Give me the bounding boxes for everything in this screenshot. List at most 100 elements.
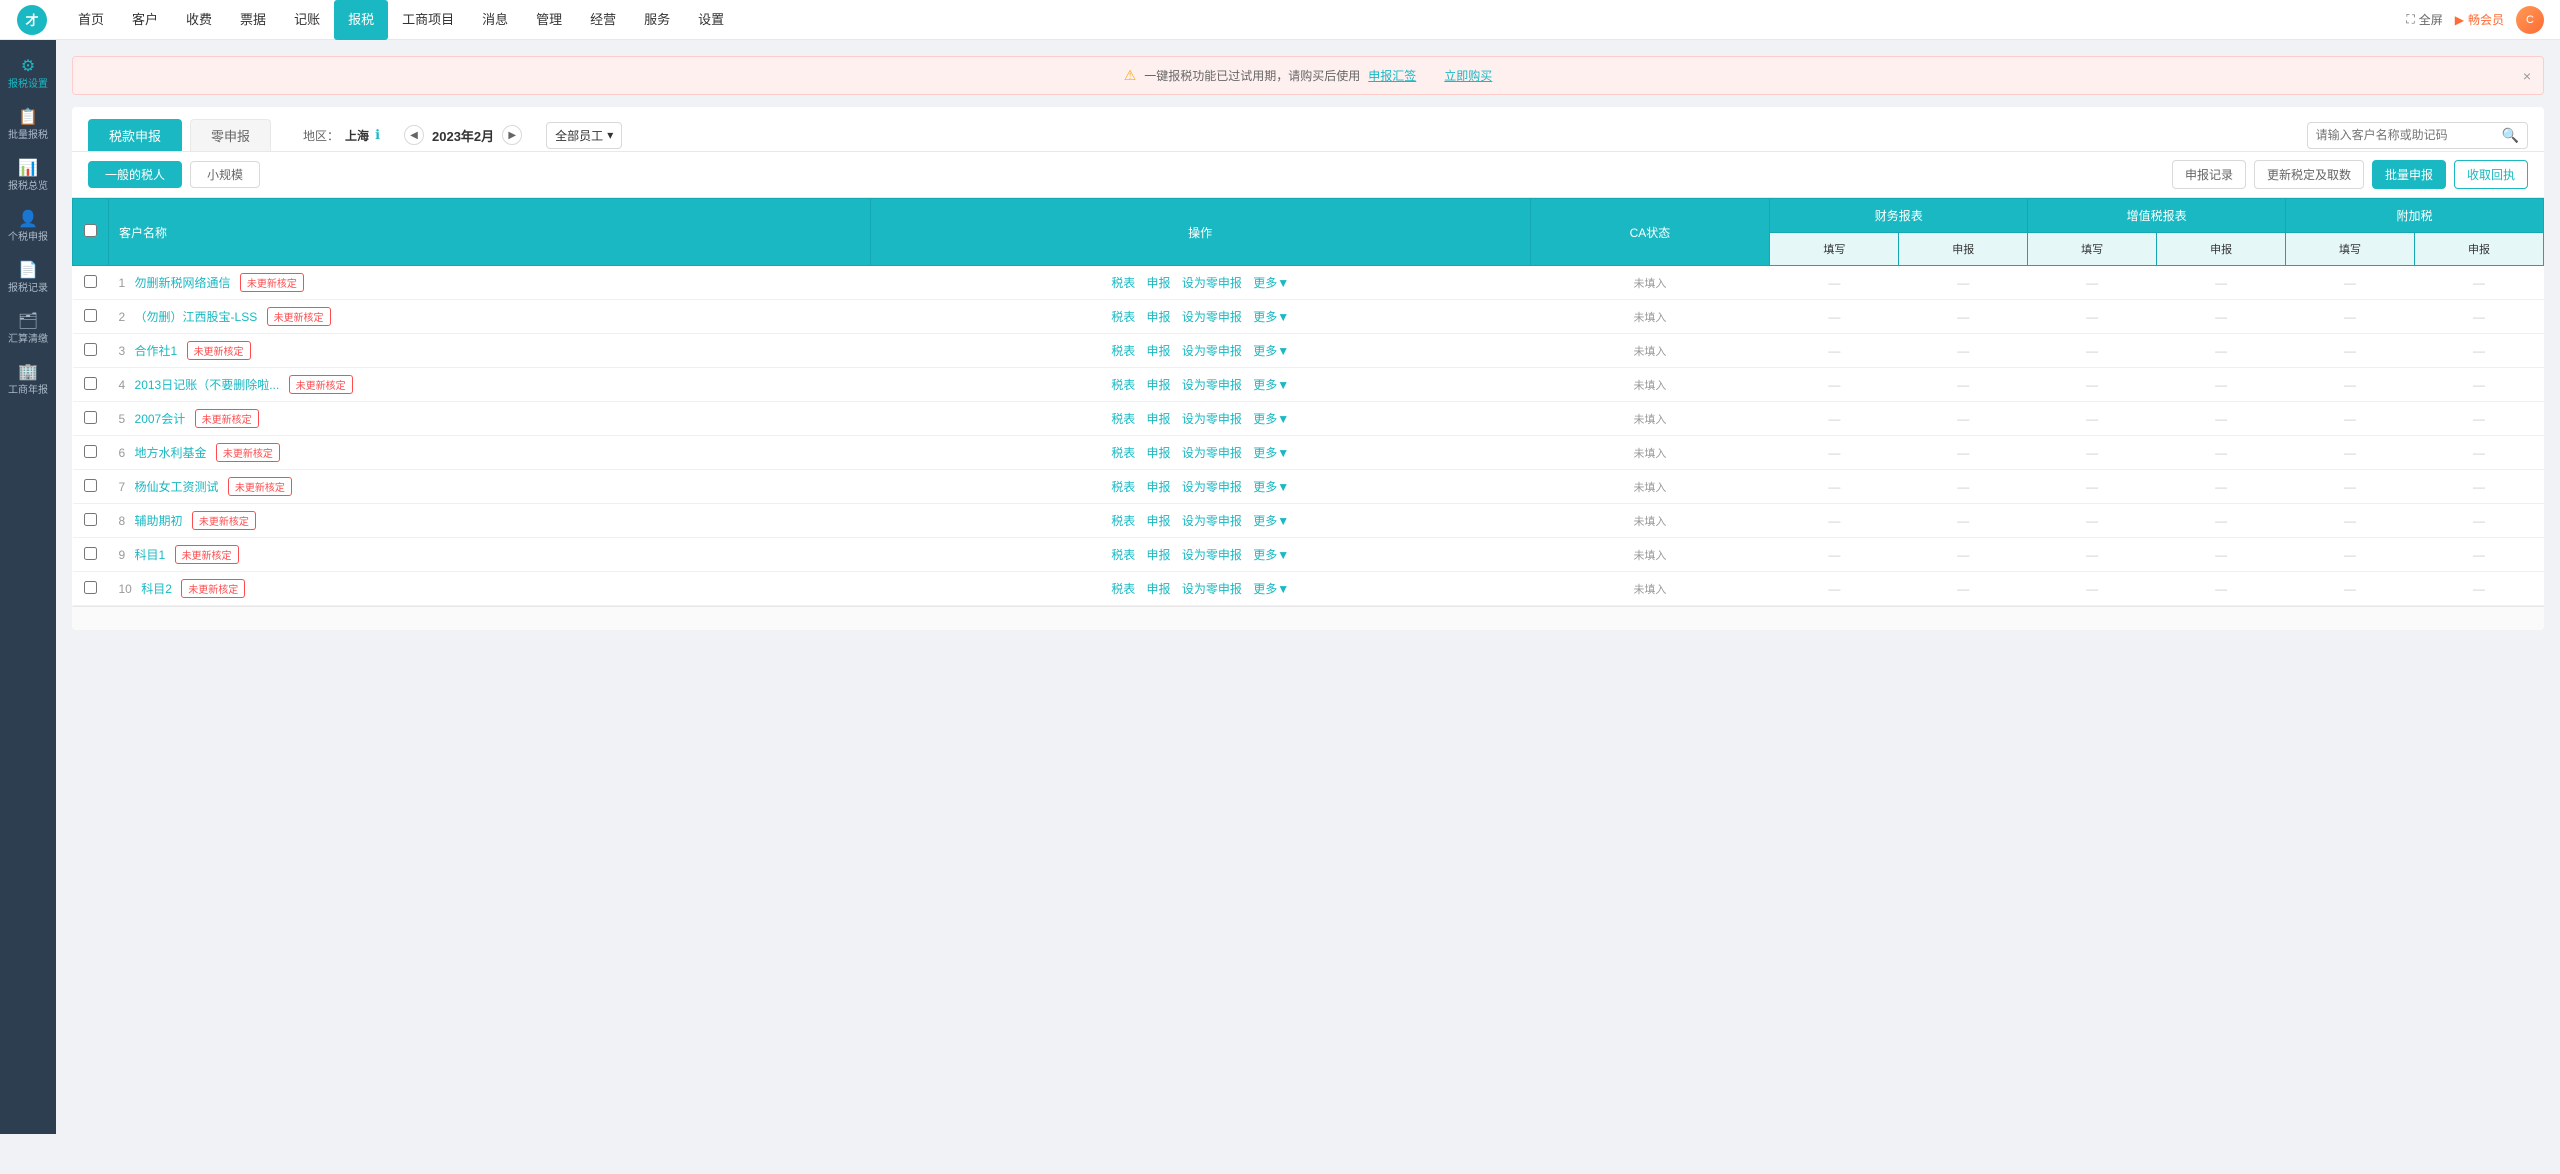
- op-zero-declare-4[interactable]: 设为零申报: [1182, 412, 1242, 426]
- op-tax-sheet-8[interactable]: 税表: [1111, 548, 1135, 562]
- row-checkbox-5[interactable]: [84, 445, 97, 458]
- op-tax-sheet-2[interactable]: 税表: [1111, 344, 1135, 358]
- client-name-9[interactable]: 科目2: [141, 582, 172, 596]
- client-name-8[interactable]: 科目1: [135, 548, 166, 562]
- sidebar-item-tax-record[interactable]: 📄 报税记录: [0, 252, 56, 303]
- op-more-0[interactable]: 更多▼: [1253, 276, 1289, 290]
- sidebar-item-batch-tax[interactable]: 📋 批量报税: [0, 99, 56, 150]
- op-more-9[interactable]: 更多▼: [1253, 582, 1289, 596]
- op-declare-8[interactable]: 申报: [1147, 548, 1171, 562]
- collect-receipt-button[interactable]: 收取回执: [2454, 160, 2528, 189]
- op-more-3[interactable]: 更多▼: [1253, 378, 1289, 392]
- declaration-record-button[interactable]: 申报记录: [2172, 160, 2246, 189]
- nav-invoice[interactable]: 票据: [226, 0, 280, 40]
- client-name-0[interactable]: 勿删新税网络通信: [135, 276, 231, 290]
- op-declare-9[interactable]: 申报: [1147, 582, 1171, 596]
- row-checkbox-4[interactable]: [84, 411, 97, 424]
- op-declare-6[interactable]: 申报: [1147, 480, 1171, 494]
- op-declare-1[interactable]: 申报: [1147, 310, 1171, 324]
- op-tax-sheet-0[interactable]: 税表: [1111, 276, 1135, 290]
- op-tax-sheet-3[interactable]: 税表: [1111, 378, 1135, 392]
- info-icon[interactable]: ℹ: [375, 127, 380, 143]
- client-name-3[interactable]: 2013日记账（不要删除啦...: [135, 378, 280, 392]
- op-zero-declare-6[interactable]: 设为零申报: [1182, 480, 1242, 494]
- nav-accounting[interactable]: 记账: [280, 0, 334, 40]
- client-name-6[interactable]: 杨仙女工资测试: [135, 480, 219, 494]
- row-checkbox-9[interactable]: [84, 581, 97, 594]
- tab-small-scale[interactable]: 小规模: [190, 161, 260, 188]
- op-more-8[interactable]: 更多▼: [1253, 548, 1289, 562]
- row-checkbox-1[interactable]: [84, 309, 97, 322]
- op-zero-declare-7[interactable]: 设为零申报: [1182, 514, 1242, 528]
- op-declare-4[interactable]: 申报: [1147, 412, 1171, 426]
- search-icon[interactable]: 🔍: [2502, 127, 2519, 144]
- op-zero-declare-3[interactable]: 设为零申报: [1182, 378, 1242, 392]
- op-more-6[interactable]: 更多▼: [1253, 480, 1289, 494]
- banner-link-buy[interactable]: 立即购买: [1444, 67, 1492, 84]
- op-tax-sheet-4[interactable]: 税表: [1111, 412, 1135, 426]
- row-checkbox-0[interactable]: [84, 275, 97, 288]
- sidebar-item-settlement[interactable]: 🗂 汇算清缴: [0, 303, 56, 354]
- client-name-5[interactable]: 地方水利基金: [135, 446, 207, 460]
- op-declare-5[interactable]: 申报: [1147, 446, 1171, 460]
- op-declare-2[interactable]: 申报: [1147, 344, 1171, 358]
- member-button[interactable]: ▶ 畅会员: [2455, 11, 2504, 28]
- tab-zero-declaration[interactable]: 零申报: [190, 119, 271, 151]
- op-zero-declare-5[interactable]: 设为零申报: [1182, 446, 1242, 460]
- nav-manage[interactable]: 管理: [522, 0, 576, 40]
- row-checkbox-3[interactable]: [84, 377, 97, 390]
- staff-selector[interactable]: 全部员工 ▾: [546, 122, 622, 149]
- banner-link-report[interactable]: 申报汇签: [1368, 67, 1416, 84]
- client-name-1[interactable]: （勿删）江西股宝-LSS: [135, 310, 258, 324]
- sidebar-item-personal-tax[interactable]: 👤 个税申报: [0, 201, 56, 252]
- sidebar-item-tax-overview[interactable]: 📊 报税总览: [0, 150, 56, 201]
- sidebar-item-tax-settings[interactable]: ⚙ 报税设置: [0, 48, 56, 99]
- update-tax-button[interactable]: 更新税定及取数: [2254, 160, 2364, 189]
- nav-home[interactable]: 首页: [64, 0, 118, 40]
- sidebar-item-annual-report[interactable]: 🏢 工商年报: [0, 354, 56, 405]
- nav-settings[interactable]: 设置: [684, 0, 738, 40]
- tab-tax-declaration[interactable]: 税款申报: [88, 119, 182, 151]
- op-declare-0[interactable]: 申报: [1147, 276, 1171, 290]
- nav-message[interactable]: 消息: [468, 0, 522, 40]
- op-more-5[interactable]: 更多▼: [1253, 446, 1289, 460]
- op-zero-declare-0[interactable]: 设为零申报: [1182, 276, 1242, 290]
- search-input[interactable]: [2316, 128, 2496, 142]
- op-tax-sheet-6[interactable]: 税表: [1111, 480, 1135, 494]
- op-tax-sheet-1[interactable]: 税表: [1111, 310, 1135, 324]
- op-zero-declare-1[interactable]: 设为零申报: [1182, 310, 1242, 324]
- op-more-4[interactable]: 更多▼: [1253, 412, 1289, 426]
- avatar[interactable]: C: [2516, 6, 2544, 34]
- nav-operation[interactable]: 经营: [576, 0, 630, 40]
- op-zero-declare-9[interactable]: 设为零申报: [1182, 582, 1242, 596]
- op-declare-7[interactable]: 申报: [1147, 514, 1171, 528]
- nav-tax[interactable]: 报税: [334, 0, 388, 40]
- client-name-4[interactable]: 2007会计: [135, 412, 186, 426]
- client-name-7[interactable]: 辅助期初: [135, 514, 183, 528]
- op-zero-declare-8[interactable]: 设为零申报: [1182, 548, 1242, 562]
- nav-business[interactable]: 工商项目: [388, 0, 468, 40]
- op-zero-declare-2[interactable]: 设为零申报: [1182, 344, 1242, 358]
- row-checkbox-8[interactable]: [84, 547, 97, 560]
- nav-service[interactable]: 服务: [630, 0, 684, 40]
- batch-declare-button[interactable]: 批量申报: [2372, 160, 2446, 189]
- nav-billing[interactable]: 收费: [172, 0, 226, 40]
- prev-month-button[interactable]: ◀: [404, 125, 424, 145]
- fullscreen-button[interactable]: ⛶ 全屏: [2406, 11, 2442, 28]
- select-all-checkbox[interactable]: [84, 224, 97, 237]
- op-declare-3[interactable]: 申报: [1147, 378, 1171, 392]
- op-more-7[interactable]: 更多▼: [1253, 514, 1289, 528]
- app-logo[interactable]: 才: [16, 4, 48, 36]
- row-checkbox-6[interactable]: [84, 479, 97, 492]
- op-more-1[interactable]: 更多▼: [1253, 310, 1289, 324]
- op-tax-sheet-9[interactable]: 税表: [1111, 582, 1135, 596]
- nav-client[interactable]: 客户: [118, 0, 172, 40]
- row-checkbox-2[interactable]: [84, 343, 97, 356]
- row-checkbox-7[interactable]: [84, 513, 97, 526]
- banner-close-button[interactable]: ×: [2523, 68, 2531, 84]
- op-tax-sheet-7[interactable]: 税表: [1111, 514, 1135, 528]
- next-month-button[interactable]: ▶: [502, 125, 522, 145]
- op-more-2[interactable]: 更多▼: [1253, 344, 1289, 358]
- tab-general-taxpayer[interactable]: 一般的税人: [88, 161, 182, 188]
- client-name-2[interactable]: 合作社1: [135, 344, 178, 358]
